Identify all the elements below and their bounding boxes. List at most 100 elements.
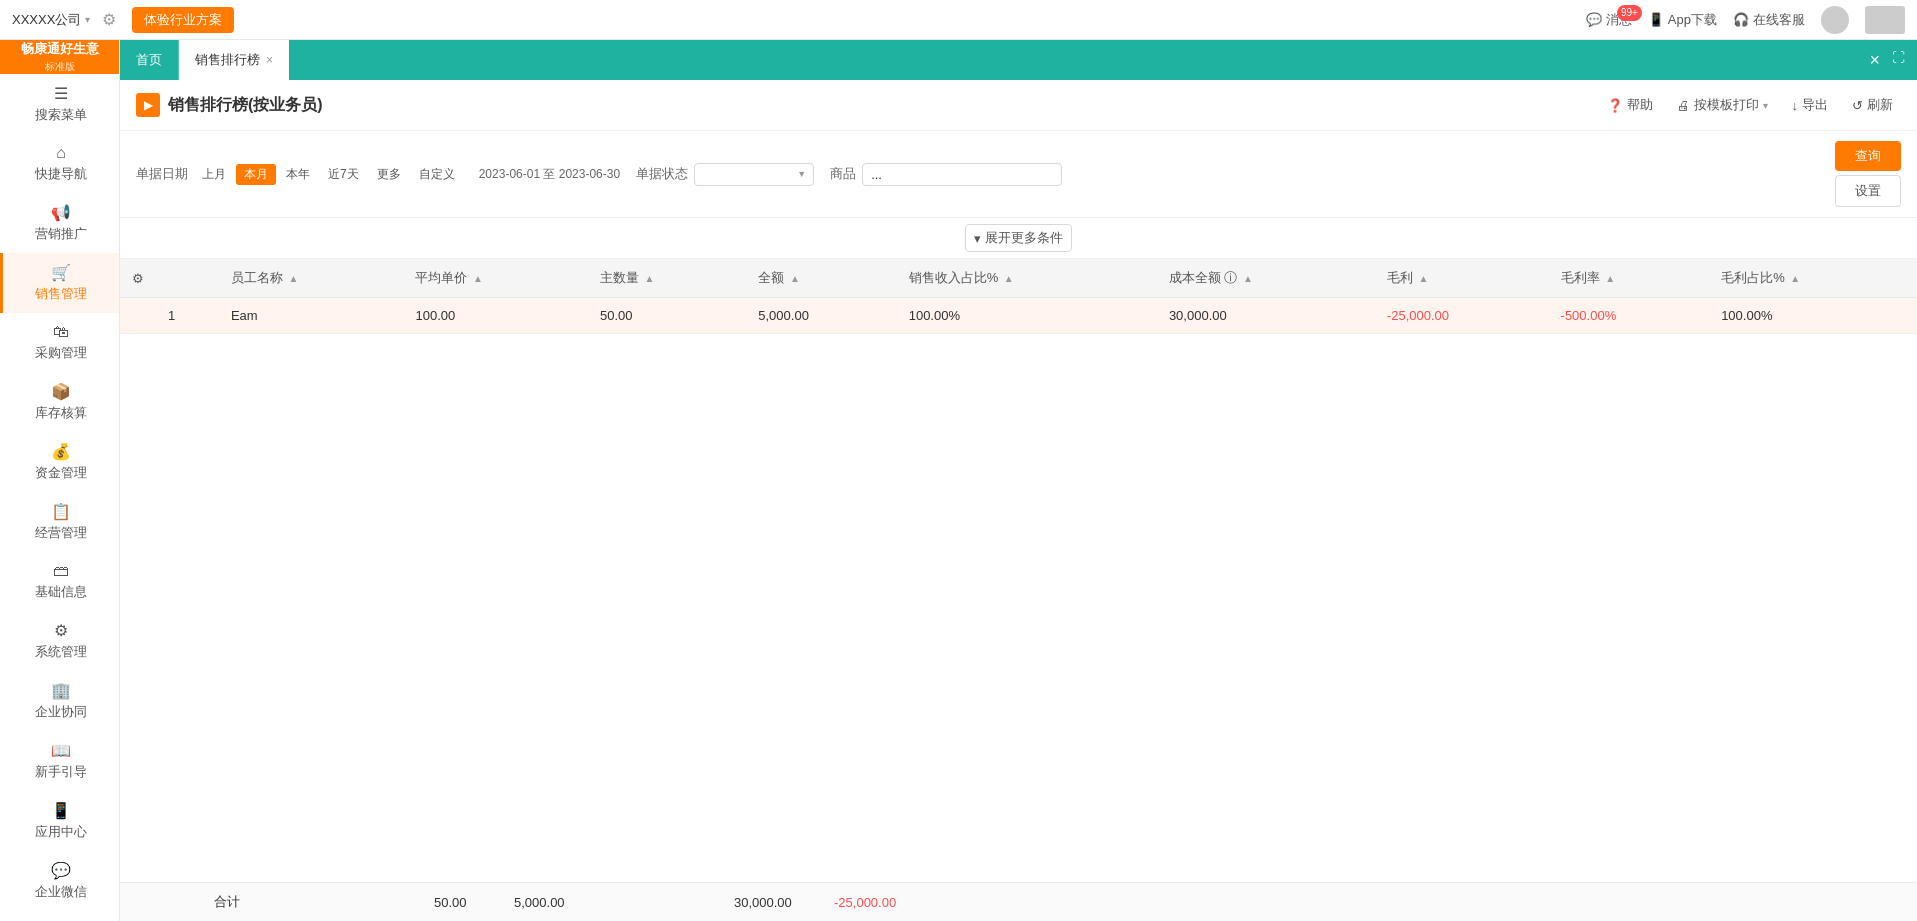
marketing-icon: 📢 — [51, 203, 71, 222]
search-menu-icon: ☰ — [54, 84, 68, 103]
footer-amount-value: 5,000.00 — [514, 895, 565, 910]
sidebar-item-marketing[interactable]: 📢 营销推广 — [0, 193, 119, 253]
col-gross-pct[interactable]: 毛利占比% ▲ — [1709, 259, 1917, 298]
sidebar-label-enterprise: 企业协同 — [35, 703, 87, 721]
fullscreen-icon[interactable]: ⛶ — [1892, 50, 1905, 71]
main-layout: 畅康通好生意 标准版 ☰ 搜索菜单 ⌂ 快捷导航 📢 营销推广 🛒 销售管理 🛍… — [0, 40, 1917, 921]
tab-home[interactable]: 首页 — [120, 40, 179, 80]
export-icon: ↓ — [1792, 98, 1799, 113]
online-service-button[interactable]: 🎧 在线客服 — [1733, 11, 1805, 29]
company-selector[interactable]: XXXXX公司 ▾ — [12, 11, 90, 29]
date-tab-more[interactable]: 更多 — [369, 164, 409, 185]
setting-button[interactable]: 设置 — [1835, 175, 1901, 207]
print-button[interactable]: 🖨 按模板打印 ▾ — [1669, 92, 1776, 118]
notification-badge: 99+ — [1617, 5, 1642, 21]
close-window-icon[interactable]: × — [1869, 50, 1880, 71]
enterprise-icon: 🏢 — [51, 681, 71, 700]
sidebar-label-search-menu: 搜索菜单 — [35, 106, 87, 124]
avatar[interactable] — [1821, 6, 1849, 34]
settings-icon[interactable]: ⚙ — [102, 10, 116, 29]
date-tab-this-year[interactable]: 本年 — [278, 164, 318, 185]
col-gross-rate[interactable]: 毛利率 ▲ — [1549, 259, 1710, 298]
expand-label: 展开更多条件 — [985, 229, 1063, 247]
user-name[interactable] — [1865, 6, 1905, 34]
page-title: 销售排行榜(按业务员) — [168, 95, 1599, 116]
col-cost[interactable]: 成本全额 ⓘ ▲ — [1157, 259, 1375, 298]
goods-input[interactable] — [862, 163, 1062, 186]
online-service-label: 在线客服 — [1753, 11, 1805, 29]
refresh-icon: ↺ — [1852, 98, 1863, 113]
expand-conditions-button[interactable]: ▾ 展开更多条件 — [965, 224, 1072, 252]
status-select[interactable] — [694, 163, 814, 186]
sidebar-item-member[interactable]: V 畅会员 — [0, 911, 119, 921]
app-download-label: App下载 — [1668, 11, 1717, 29]
sidebar-label-operations: 经营管理 — [35, 524, 87, 542]
sales-icon: 🛒 — [51, 263, 71, 282]
date-tab-7days[interactable]: 近7天 — [320, 164, 367, 185]
expand-arrow[interactable]: ▶ — [136, 93, 160, 117]
col-sales-pct[interactable]: 销售收入占比% ▲ — [897, 259, 1157, 298]
footer-gross-value: -25,000.00 — [834, 895, 896, 910]
sidebar-label-guide: 新手引导 — [35, 763, 87, 781]
cell-main-qty: 50.00 — [588, 298, 746, 334]
cell-rank: 1 — [156, 298, 219, 334]
footer-label: 合计 — [202, 893, 322, 911]
help-button[interactable]: ❓ 帮助 — [1599, 92, 1661, 118]
trial-button[interactable]: 体验行业方案 — [132, 7, 234, 33]
sidebar-item-quick-nav[interactable]: ⌂ 快捷导航 — [0, 134, 119, 193]
sidebar-label-quick-nav: 快捷导航 — [35, 165, 87, 183]
date-tab-this-month[interactable]: 本月 — [236, 164, 276, 185]
wechat-icon: 💬 — [51, 861, 71, 880]
app-download-button[interactable]: 📱 App下载 — [1648, 11, 1717, 29]
goods-filter-group: 商品 — [830, 163, 1062, 186]
col-main-qty[interactable]: 主数量 ▲ — [588, 259, 746, 298]
expand-down-icon: ▾ — [974, 231, 981, 246]
help-label: 帮助 — [1627, 96, 1653, 114]
sidebar-item-system[interactable]: ⚙ 系统管理 — [0, 611, 119, 671]
sidebar-item-purchase[interactable]: 🛍 采购管理 — [0, 313, 119, 372]
col-gross[interactable]: 毛利 ▲ — [1375, 259, 1549, 298]
sidebar-item-operations[interactable]: 📋 经营管理 — [0, 492, 119, 552]
sidebar-item-search-menu[interactable]: ☰ 搜索菜单 — [0, 74, 119, 134]
tab-sales-ranking[interactable]: 销售排行榜 × — [179, 40, 289, 80]
col-name[interactable]: 员工名称 ▲ — [219, 259, 404, 298]
sidebar-item-sales[interactable]: 🛒 销售管理 — [0, 253, 119, 313]
expand-conditions-row: ▾ 展开更多条件 — [120, 218, 1917, 259]
col-settings-icon[interactable]: ⚙ — [120, 259, 156, 298]
col-avg-price[interactable]: 平均单价 ▲ — [403, 259, 588, 298]
sidebar-item-enterprise[interactable]: 🏢 企业协同 — [0, 671, 119, 731]
sidebar-item-guide[interactable]: 📖 新手引导 — [0, 731, 119, 791]
cell-sales-pct: 100.00% — [897, 298, 1157, 334]
table-body: 1 Eam 100.00 50.00 5,000.00 100.00% 30,0… — [120, 298, 1917, 334]
sidebar-item-basic-info[interactable]: 🗃 基础信息 — [0, 552, 119, 611]
cell-gross-rate: -500.00% — [1549, 298, 1710, 334]
col-amount[interactable]: 全额 ▲ — [746, 259, 896, 298]
sidebar-item-inventory[interactable]: 📦 库存核算 — [0, 372, 119, 432]
logo-title: 畅康通好生意 — [21, 40, 99, 58]
footer-main-qty: 50.00 — [422, 895, 502, 910]
cell-name: Eam — [219, 298, 404, 334]
sidebar-item-wechat[interactable]: 💬 企业微信 — [0, 851, 119, 911]
query-button[interactable]: 查询 — [1835, 141, 1901, 171]
cell-gross: -25,000.00 — [1375, 298, 1549, 334]
refresh-button[interactable]: ↺ 刷新 — [1844, 92, 1901, 118]
tab-close-icon[interactable]: × — [266, 53, 273, 67]
table-header: ⚙ 员工名称 ▲ 平均单价 ▲ 主数量 ▲ 全额 ▲ 销售收入占比% ▲ 成本全… — [120, 259, 1917, 298]
page-inner: ▶ 销售排行榜(按业务员) ❓ 帮助 🖨 按模板打印 ▾ ↓ — [120, 80, 1917, 921]
notification-button[interactable]: 💬 消息 99+ — [1586, 11, 1632, 29]
footer-qty-value: 50.00 — [434, 895, 467, 910]
page-header: ▶ 销售排行榜(按业务员) ❓ 帮助 🖨 按模板打印 ▾ ↓ — [120, 80, 1917, 131]
company-name: XXXXX公司 — [12, 11, 81, 29]
message-icon: 💬 — [1586, 12, 1602, 27]
date-tab-custom[interactable]: 自定义 — [411, 164, 463, 185]
date-tab-prev-month[interactable]: 上月 — [194, 164, 234, 185]
export-button[interactable]: ↓ 导出 — [1784, 92, 1837, 118]
cell-avg-price: 100.00 — [403, 298, 588, 334]
table-row: 1 Eam 100.00 50.00 5,000.00 100.00% 30,0… — [120, 298, 1917, 334]
footer-cost: 30,000.00 — [722, 895, 822, 910]
tab-bar: 首页 销售排行榜 × × ⛶ — [120, 40, 1917, 80]
goods-label: 商品 — [830, 165, 856, 183]
cell-gross-pct: 100.00% — [1709, 298, 1917, 334]
sidebar-item-apps[interactable]: 📱 应用中心 — [0, 791, 119, 851]
sidebar-item-finance[interactable]: 💰 资金管理 — [0, 432, 119, 492]
